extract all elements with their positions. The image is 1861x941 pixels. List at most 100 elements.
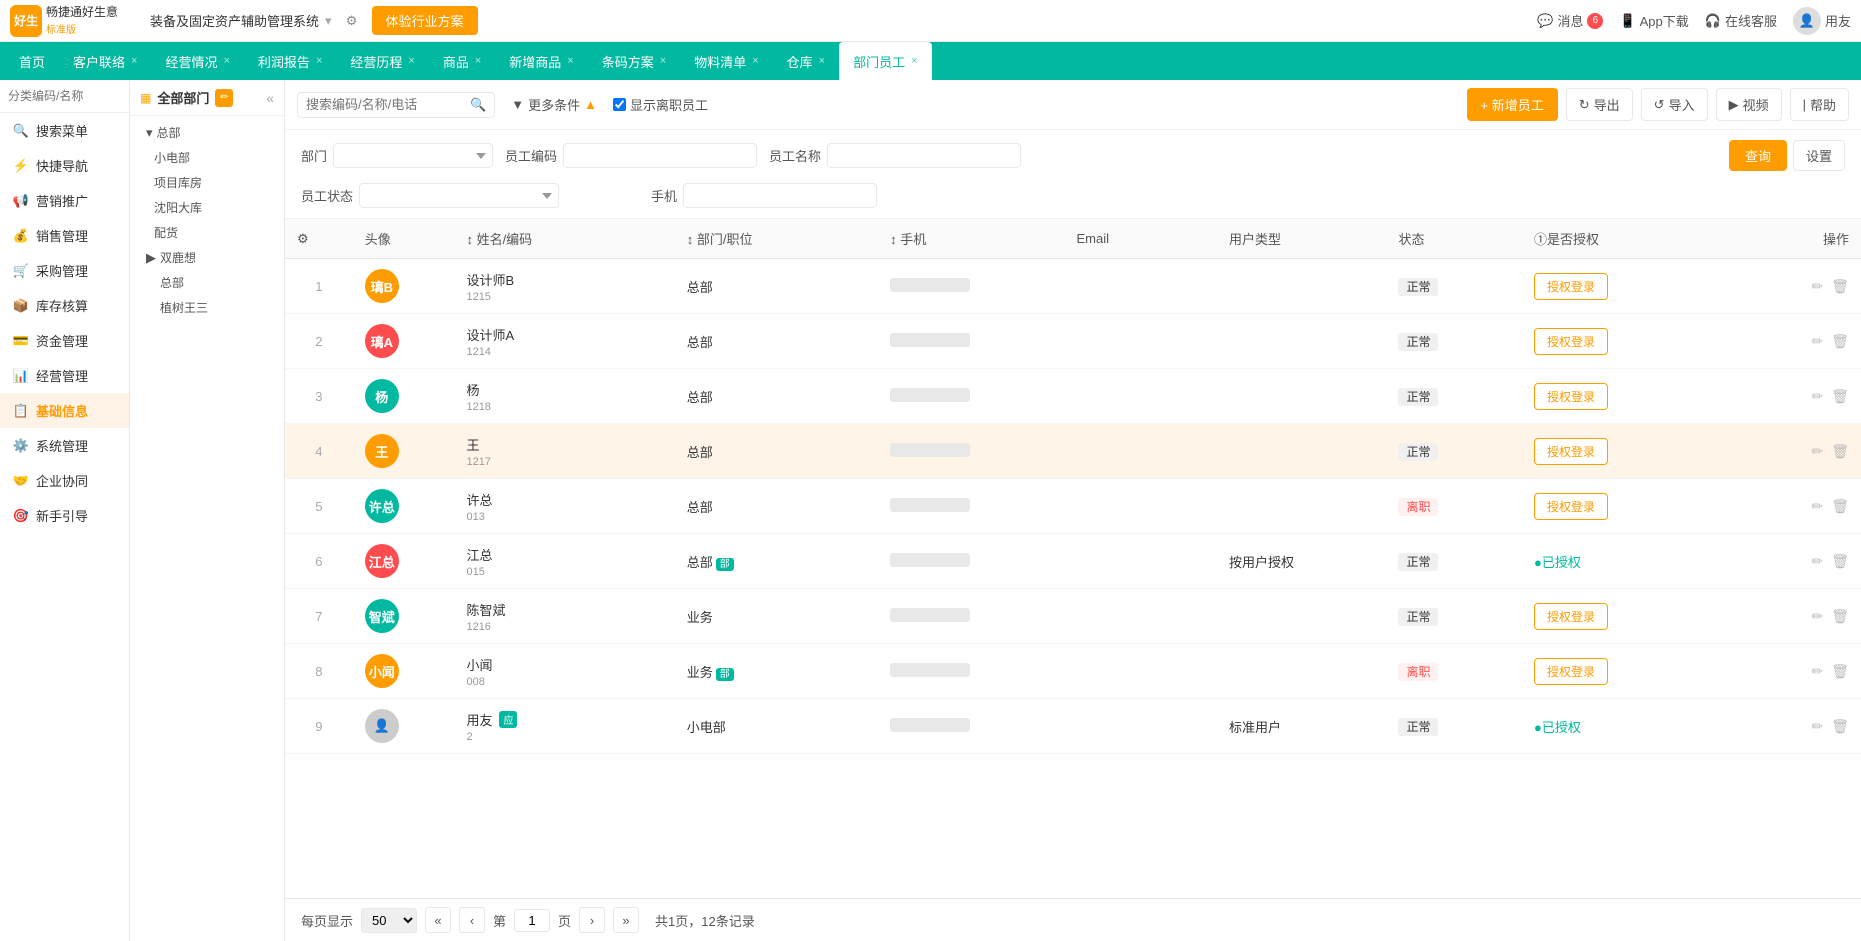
show-resigned-checkbox[interactable] <box>613 98 626 111</box>
view-btn[interactable]: ▶ 视频 <box>1716 88 1782 121</box>
row-auth-3[interactable]: 授权登录 <box>1522 424 1725 479</box>
edit-icon-7[interactable]: ✏ <box>1811 663 1823 680</box>
tab-warehouse[interactable]: 仓库× <box>773 42 839 80</box>
sidebar-item-system[interactable]: ⚙️系统管理 <box>0 428 129 463</box>
settings-icon[interactable]: ⚙ <box>338 7 366 35</box>
dept-tree-item-general[interactable]: ▾ 总部 <box>130 120 284 145</box>
auth-btn-3[interactable]: 授权登录 <box>1534 438 1608 465</box>
trial-button[interactable]: 体验行业方案 <box>372 6 478 35</box>
row-auth-0[interactable]: 授权登录 <box>1522 259 1725 314</box>
add-employee-btn[interactable]: + 新增员工 <box>1467 88 1558 121</box>
row-auth-1[interactable]: 授权登录 <box>1522 314 1725 369</box>
edit-icon-4[interactable]: ✏ <box>1811 498 1823 515</box>
sidebar-item-business[interactable]: 📊经营管理 <box>0 358 129 393</box>
edit-icon-5[interactable]: ✏ <box>1811 553 1823 570</box>
auth-btn-4[interactable]: 授权登录 <box>1534 493 1608 520</box>
delete-icon-2[interactable]: 🗑 <box>1831 388 1849 405</box>
sidebar-search-input[interactable] <box>8 89 130 103</box>
auth-btn-6[interactable]: 授权登录 <box>1534 603 1608 630</box>
tab-customer[interactable]: 客户联络× <box>59 42 151 80</box>
edit-icon-0[interactable]: ✏ <box>1811 278 1823 295</box>
prev-page-btn[interactable]: ‹ <box>459 907 485 933</box>
row-auth-7[interactable]: 授权登录 <box>1522 644 1725 699</box>
auth-btn-7[interactable]: 授权登录 <box>1534 658 1608 685</box>
tab-goods[interactable]: 商品× <box>429 42 495 80</box>
sidebar-item-marketing[interactable]: 📢营销推广 <box>0 183 129 218</box>
sidebar-item-collab[interactable]: 🤝企业协同 <box>0 463 129 498</box>
row-auth-4[interactable]: 授权登录 <box>1522 479 1725 534</box>
row-auth-6[interactable]: 授权登录 <box>1522 589 1725 644</box>
edit-icon-2[interactable]: ✏ <box>1811 388 1823 405</box>
per-page-select[interactable]: 50 100 <box>361 908 417 933</box>
emp-status-select[interactable] <box>359 183 559 208</box>
dept-select[interactable] <box>333 143 493 168</box>
tab-profit[interactable]: 利润报告× <box>244 42 336 80</box>
app-download-btn[interactable]: 📱 App下载 <box>1619 11 1688 30</box>
edit-icon-8[interactable]: ✏ <box>1811 718 1823 735</box>
edit-icon-1[interactable]: ✏ <box>1811 333 1823 350</box>
tab-history[interactable]: 经营历程× <box>336 42 428 80</box>
dept-tree-item-project[interactable]: 项目库房 <box>130 170 284 195</box>
col-name[interactable]: ↕ 姓名/编码 <box>454 219 674 259</box>
col-phone[interactable]: ↕ 手机 <box>878 219 1064 259</box>
dept-tree-item-dispatch[interactable]: 配货 <box>130 220 284 245</box>
dept-tree-item-shuanglu[interactable]: ▶ 双鹿想 <box>130 245 284 270</box>
page-input[interactable] <box>514 909 550 932</box>
delete-icon-4[interactable]: 🗑 <box>1831 498 1849 515</box>
config-btn[interactable]: 设置 <box>1793 140 1845 171</box>
row-auth-2[interactable]: 授权登录 <box>1522 369 1725 424</box>
tab-bom[interactable]: 物料清单× <box>680 42 772 80</box>
edit-icon-6[interactable]: ✏ <box>1811 608 1823 625</box>
show-resigned-label[interactable]: 显示离职员工 <box>613 95 708 114</box>
tab-barcode[interactable]: 条码方案× <box>588 42 680 80</box>
export-btn[interactable]: ↻ 导出 <box>1566 88 1633 121</box>
emp-name-input[interactable] <box>827 143 1021 168</box>
delete-icon-6[interactable]: 🗑 <box>1831 608 1849 625</box>
dept-tree-item-zongbu[interactable]: 总部 <box>130 270 284 295</box>
delete-icon-7[interactable]: 🗑 <box>1831 663 1849 680</box>
emp-code-input[interactable] <box>563 143 757 168</box>
dept-edit-icon[interactable]: ✏ <box>215 89 233 107</box>
online-service-btn[interactable]: 🎧 在线客服 <box>1705 11 1777 30</box>
delete-icon-8[interactable]: 🗑 <box>1831 718 1849 735</box>
delete-icon-5[interactable]: 🗑 <box>1831 553 1849 570</box>
auth-btn-1[interactable]: 授权登录 <box>1534 328 1608 355</box>
col-dept[interactable]: ↕ 部门/职位 <box>675 219 878 259</box>
collapse-btn[interactable]: « <box>266 90 274 106</box>
tab-home[interactable]: 首页 <box>5 42 59 80</box>
first-page-btn[interactable]: « <box>425 907 451 933</box>
delete-icon-0[interactable]: 🗑 <box>1831 278 1849 295</box>
sidebar-item-inventory[interactable]: 📦库存核算 <box>0 288 129 323</box>
sidebar-item-finance[interactable]: 💳资金管理 <box>0 323 129 358</box>
next-page-btn[interactable]: › <box>579 907 605 933</box>
user-area[interactable]: 👤 用友 <box>1793 7 1851 35</box>
row-auth-8[interactable]: ●已授权 <box>1522 699 1725 754</box>
sidebar-item-search[interactable]: 🔍搜索菜单 <box>0 113 129 148</box>
tab-operation[interactable]: 经营情况× <box>151 42 243 80</box>
import-btn[interactable]: ↺ 导入 <box>1641 88 1708 121</box>
row-auth-5[interactable]: ●已授权 <box>1522 534 1725 589</box>
search-btn[interactable]: 查询 <box>1729 140 1787 171</box>
auth-btn-0[interactable]: 授权登录 <box>1534 273 1608 300</box>
last-page-btn[interactable]: » <box>613 907 639 933</box>
delete-icon-3[interactable]: 🗑 <box>1831 443 1849 460</box>
delete-icon-1[interactable]: 🗑 <box>1831 333 1849 350</box>
dept-tree-item-shenyang[interactable]: 沈阳大库 <box>130 195 284 220</box>
sidebar-item-quicknav[interactable]: ⚡快捷导航 <box>0 148 129 183</box>
help-btn[interactable]: | 帮助 <box>1790 88 1849 121</box>
search-input[interactable] <box>306 97 466 112</box>
more-filter-btn[interactable]: ▼ 更多条件 ▲ <box>503 91 605 118</box>
row-no-2: 3 <box>285 369 353 424</box>
message-btn[interactable]: 💬 消息 6 <box>1537 11 1603 30</box>
tab-new-goods[interactable]: 新增商品× <box>495 42 587 80</box>
sidebar-item-basic[interactable]: 📋基础信息 <box>0 393 129 428</box>
sidebar-item-guide[interactable]: 🎯新手引导 <box>0 498 129 533</box>
phone-input[interactable] <box>683 183 877 208</box>
dept-tree-item-zhishu[interactable]: 植树王三 <box>130 295 284 320</box>
sidebar-item-purchase[interactable]: 🛒采购管理 <box>0 253 129 288</box>
edit-icon-3[interactable]: ✏ <box>1811 443 1823 460</box>
dept-tree-item-xiaodian[interactable]: 小电部 <box>130 145 284 170</box>
tab-employees[interactable]: 部门员工× <box>839 42 931 80</box>
sidebar-item-sales[interactable]: 💰销售管理 <box>0 218 129 253</box>
auth-btn-2[interactable]: 授权登录 <box>1534 383 1608 410</box>
